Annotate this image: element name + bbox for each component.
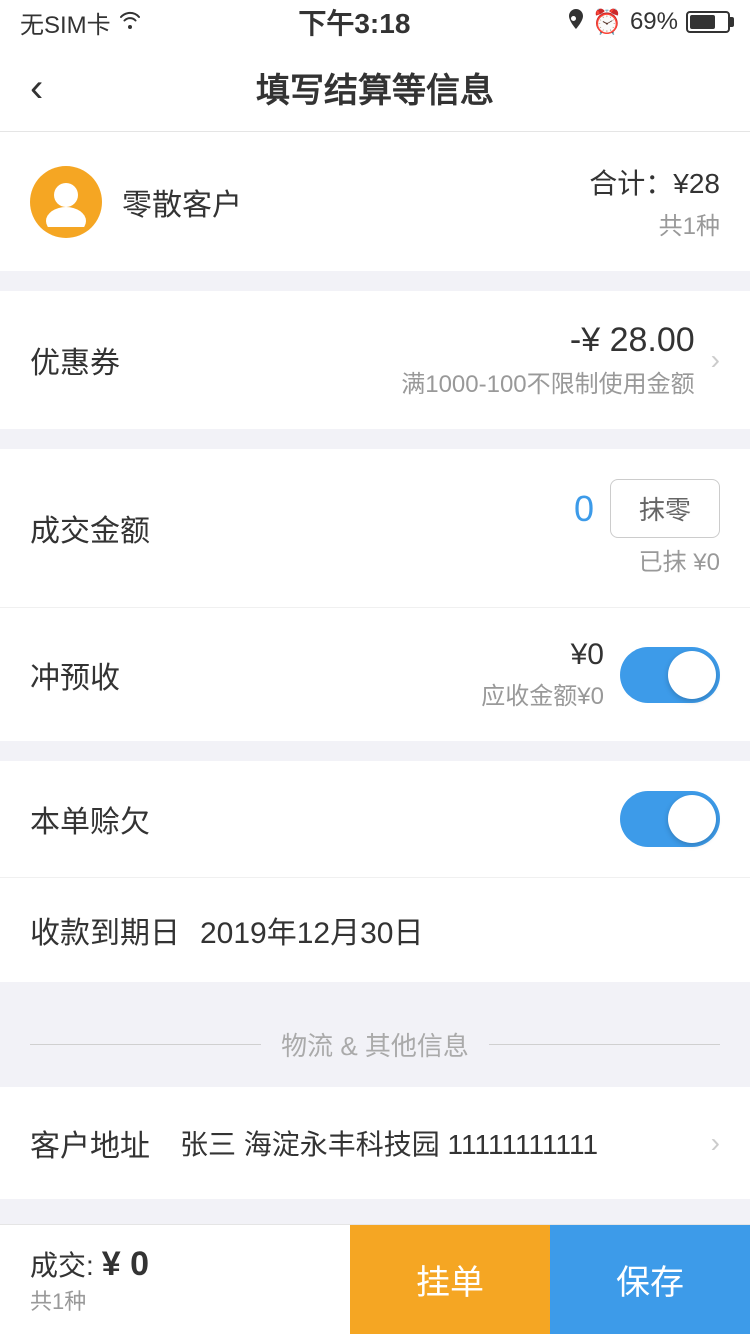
- advance-value-block: ¥0 应收金额¥0: [481, 638, 720, 711]
- customer-total: 合计：¥28 共1种: [589, 162, 720, 241]
- total-amount: 合计：¥28: [589, 162, 720, 202]
- address-row[interactable]: 客户地址 张三 海淀永丰科技园 11111111111 ›: [0, 1087, 750, 1199]
- logistics-divider: 物流 & 其他信息: [30, 1026, 720, 1063]
- footer-deal-label: 成交:: [30, 1244, 94, 1284]
- already-rounded: 已抹 ¥0: [534, 542, 720, 577]
- address-chevron-icon: ›: [711, 1127, 720, 1159]
- coupon-value: -¥ 28.00 满1000-100不限制使用金额: [401, 321, 694, 399]
- address-label: 客户地址: [30, 1121, 150, 1165]
- divider-1: [0, 271, 750, 291]
- coupon-row[interactable]: 优惠券 -¥ 28.00 满1000-100不限制使用金额 ›: [0, 291, 750, 429]
- logistics-section: 物流 & 其他信息: [0, 1002, 750, 1087]
- status-right: ⏰ 69%: [568, 8, 730, 37]
- logistics-header: 物流 & 其他信息: [0, 1002, 750, 1087]
- divider-line-left: [30, 1044, 261, 1045]
- coupon-desc: 满1000-100不限制使用金额: [401, 364, 694, 399]
- divider-2: [0, 429, 750, 449]
- avatar: [30, 166, 102, 238]
- status-time: 下午3:18: [298, 2, 410, 42]
- footer-count: 共1种: [30, 1284, 320, 1316]
- credit-toggle-knob: [668, 795, 716, 843]
- advance-toggle[interactable]: [620, 647, 720, 703]
- footer-amount: ¥ 0: [102, 1245, 149, 1284]
- battery-text: 69%: [630, 8, 678, 36]
- save-button[interactable]: 保存: [550, 1225, 750, 1334]
- coupon-discount: -¥ 28.00: [401, 321, 694, 360]
- due-date-label: 收款到期日: [30, 908, 180, 952]
- credit-section: 本单赊欠 收款到期日 2019年12月30日: [0, 761, 750, 982]
- deal-amount-input[interactable]: [534, 488, 594, 530]
- advance-row: 冲预收 ¥0 应收金额¥0: [0, 608, 750, 741]
- credit-toggle[interactable]: [620, 791, 720, 847]
- bottom-footer: 成交: ¥ 0 共1种 挂单 保存: [0, 1224, 750, 1334]
- alarm-icon: ⏰: [592, 8, 622, 37]
- total-count: 共1种: [589, 206, 720, 241]
- back-button[interactable]: ‹: [30, 68, 43, 108]
- advance-right-block: ¥0 应收金额¥0: [481, 638, 604, 711]
- address-value: 张三 海淀永丰科技园 11111111111: [180, 1123, 681, 1163]
- hang-button[interactable]: 挂单: [350, 1225, 550, 1334]
- coupon-chevron-icon: ›: [711, 344, 720, 376]
- deal-right-block: 抹零 已抹 ¥0: [534, 479, 720, 577]
- status-bar: 无SIM卡 下午3:18 ⏰ 69%: [0, 0, 750, 44]
- location-icon: [568, 8, 584, 36]
- deal-amount-label: 成交金额: [30, 506, 150, 550]
- divider-line-right: [489, 1044, 720, 1045]
- divider-3: [0, 741, 750, 761]
- credit-row: 本单赊欠: [0, 761, 750, 878]
- address-section: 客户地址 张三 海淀永丰科技园 11111111111 ›: [0, 1087, 750, 1199]
- main-content: 零散客户 合计：¥28 共1种 优惠券 -¥ 28.00 满1000-100不限…: [0, 132, 750, 1319]
- coupon-section: 优惠券 -¥ 28.00 满1000-100不限制使用金额 ›: [0, 291, 750, 429]
- carrier-text: 无SIM卡: [20, 5, 111, 40]
- nav-title: 填写结算等信息: [256, 63, 494, 112]
- round-zero-button[interactable]: 抹零: [610, 479, 720, 538]
- toggle-knob: [668, 651, 716, 699]
- customer-left: 零散客户: [30, 166, 242, 238]
- wifi-icon: [119, 8, 141, 36]
- deal-section: 成交金额 抹零 已抹 ¥0 冲预收 ¥0 应收金额¥0: [0, 449, 750, 741]
- status-left: 无SIM卡: [20, 5, 141, 40]
- credit-label: 本单赊欠: [30, 797, 150, 841]
- customer-name: 零散客户: [122, 180, 242, 224]
- due-date-row: 收款到期日 2019年12月30日: [0, 878, 750, 982]
- deal-amount-row: 成交金额 抹零 已抹 ¥0: [0, 449, 750, 608]
- nav-bar: ‹ 填写结算等信息: [0, 44, 750, 132]
- coupon-value-block: -¥ 28.00 满1000-100不限制使用金额 ›: [401, 321, 720, 399]
- logistics-title: 物流 & 其他信息: [281, 1026, 469, 1063]
- advance-amount: ¥0: [481, 638, 604, 672]
- advance-label: 冲预收: [30, 653, 120, 697]
- coupon-label: 优惠券: [30, 338, 120, 382]
- advance-sub: 应收金额¥0: [481, 676, 604, 711]
- footer-info: 成交: ¥ 0 共1种: [0, 1244, 350, 1316]
- credit-value-block: [620, 791, 720, 847]
- battery-icon: [686, 11, 730, 33]
- customer-section: 零散客户 合计：¥28 共1种: [0, 132, 750, 271]
- due-date-value: 2019年12月30日: [200, 908, 423, 952]
- deal-amount-value-block: 抹零 已抹 ¥0: [534, 479, 720, 577]
